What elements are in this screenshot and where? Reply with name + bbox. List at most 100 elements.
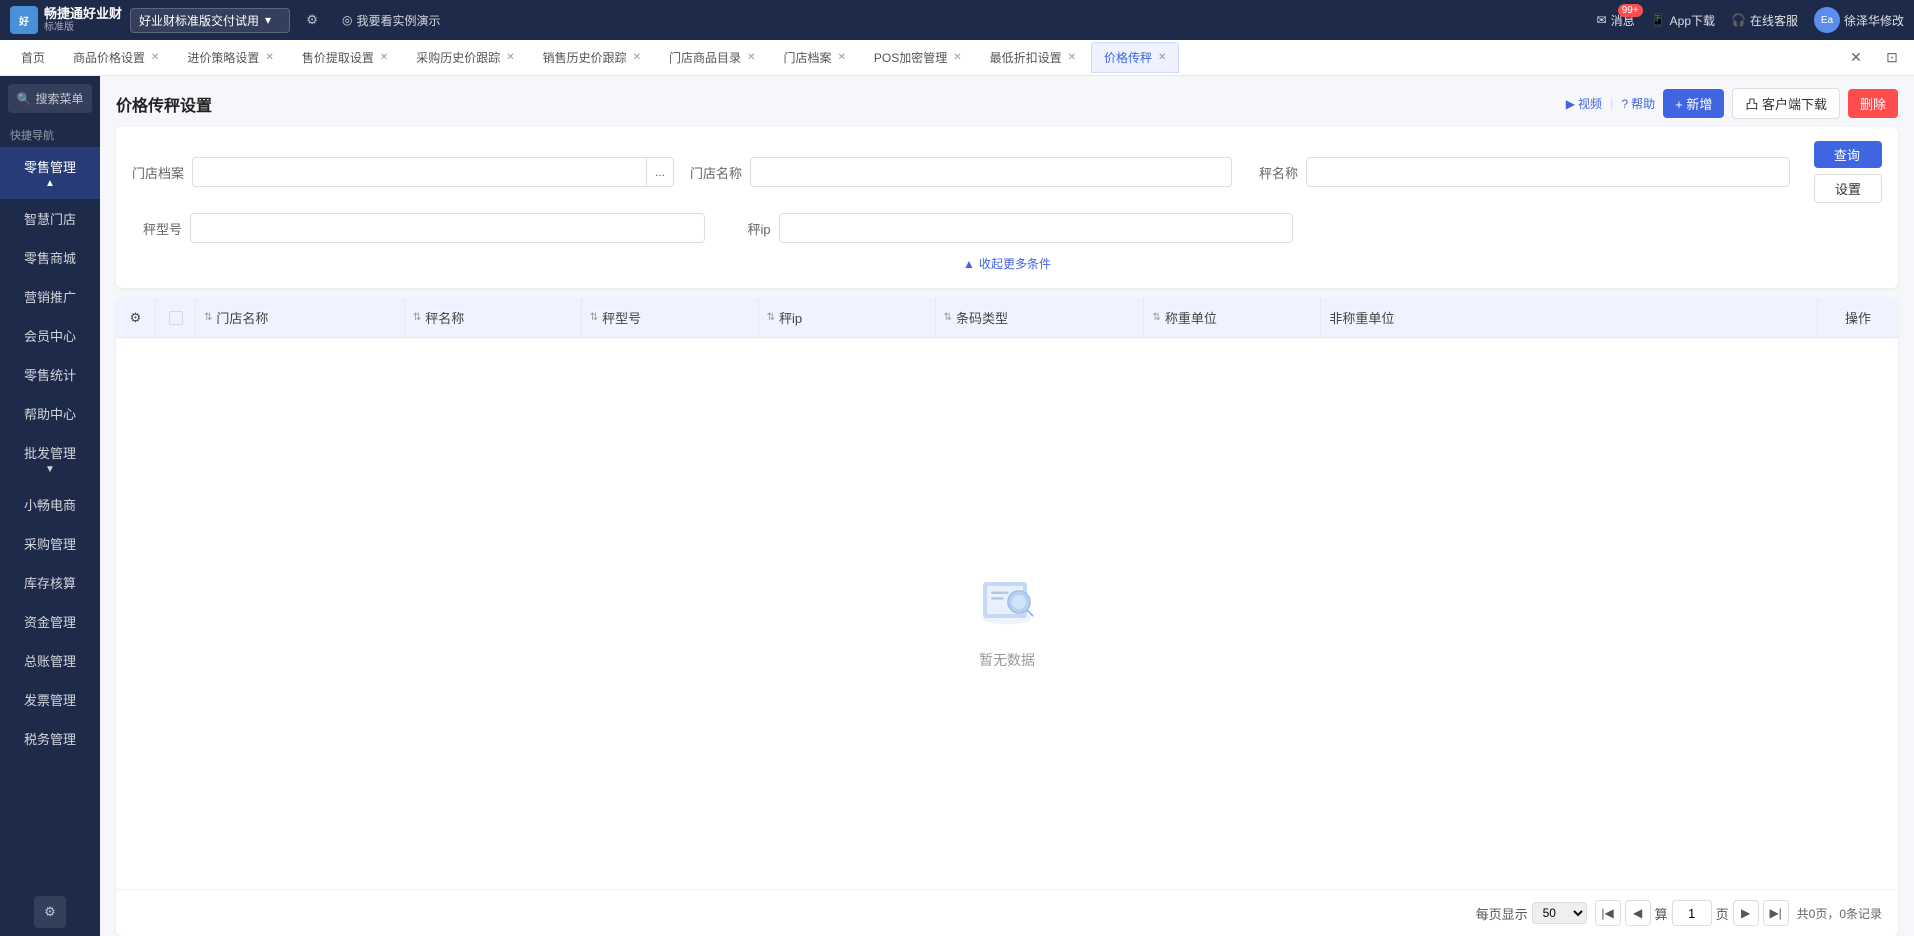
prev-page-btn[interactable]: ◀ bbox=[1625, 900, 1651, 926]
app-download-label: App下载 bbox=[1670, 12, 1715, 29]
close-icon[interactable]: ✕ bbox=[151, 53, 159, 63]
tab-home-label: 首页 bbox=[21, 49, 45, 66]
store-archive-more-btn[interactable]: ... bbox=[646, 157, 674, 187]
close-icon[interactable]: ✕ bbox=[1158, 53, 1166, 63]
table-header: ⚙ ⇅ 门店名称 ⇅ 秤名称 ⇅ 秤型号 ⇅ 秤ip bbox=[116, 298, 1898, 338]
collapse-btn[interactable]: ▲ 收起更多条件 bbox=[955, 253, 1059, 274]
close-icon[interactable]: ✕ bbox=[953, 53, 961, 63]
tab-home[interactable]: 首页 bbox=[8, 42, 58, 73]
sidebar-item-retail[interactable]: 零售管理 ▲ bbox=[0, 147, 100, 199]
tab-close-btn[interactable]: ✕ bbox=[1842, 44, 1870, 72]
sidebar-item-tax[interactable]: 税务管理 bbox=[0, 719, 100, 758]
store-archive-input[interactable] bbox=[192, 157, 646, 187]
query-button[interactable]: 查询 bbox=[1814, 141, 1882, 168]
content-area: 价格传秤设置 ▶ 视频 | ? 帮助 + 新增 凸 客户端下载 删除 bbox=[100, 76, 1914, 936]
finance-label: 资金管理 bbox=[24, 612, 76, 631]
close-icon[interactable]: ✕ bbox=[633, 53, 641, 63]
th-settings[interactable]: ⚙ bbox=[116, 298, 156, 337]
page-number-input[interactable] bbox=[1672, 900, 1712, 926]
sidebar-item-purchase[interactable]: 采购管理 bbox=[0, 524, 100, 563]
tab-purchase-history[interactable]: 采购历史价跟踪 ✕ bbox=[403, 42, 527, 73]
th-checkbox[interactable] bbox=[156, 298, 196, 337]
close-icon[interactable]: ✕ bbox=[380, 53, 388, 63]
sort-icon: ⇅ bbox=[944, 312, 952, 323]
collapse-row: ▲ 收起更多条件 bbox=[132, 253, 1882, 274]
sidebar-item-inventory[interactable]: 库存核算 bbox=[0, 563, 100, 602]
settings-icon-btn[interactable]: ⚙ bbox=[298, 6, 326, 34]
quick-nav-label: 快捷导航 bbox=[0, 121, 100, 147]
message-icon: ✉ bbox=[1597, 13, 1607, 27]
app-download-btn[interactable]: 📱 App下载 bbox=[1651, 12, 1715, 29]
close-icon[interactable]: ✕ bbox=[506, 53, 514, 63]
query-label: 查询 bbox=[1834, 145, 1860, 164]
ecommerce-label: 小畅电商 bbox=[24, 495, 76, 514]
version-select[interactable]: 好业财标准版交付试用 ▾ bbox=[130, 8, 290, 33]
help-link[interactable]: ? 帮助 bbox=[1621, 95, 1655, 112]
search-icon: 🔍 bbox=[17, 92, 32, 106]
tab-min-discount[interactable]: 最低折扣设置 ✕ bbox=[977, 42, 1089, 73]
tab-sale-extract[interactable]: 售价提取设置 ✕ bbox=[289, 42, 401, 73]
tab-purchase-strategy[interactable]: 进价策略设置 ✕ bbox=[174, 42, 286, 73]
sidebar-item-smart-store[interactable]: 智慧门店 bbox=[0, 199, 100, 238]
help-label: 帮助 bbox=[1631, 95, 1655, 112]
online-service-btn[interactable]: 🎧 在线客服 bbox=[1731, 12, 1798, 29]
tab-store-archive[interactable]: 门店档案 ✕ bbox=[770, 42, 858, 73]
first-page-btn[interactable]: |◀ bbox=[1595, 900, 1621, 926]
tab-bar: 首页 商品价格设置 ✕ 进价策略设置 ✕ 售价提取设置 ✕ 采购历史价跟踪 ✕ … bbox=[0, 40, 1914, 76]
next-page-btn[interactable]: ▶ bbox=[1733, 900, 1759, 926]
scale-ip-input[interactable] bbox=[779, 213, 1294, 243]
settings-button[interactable]: 设置 bbox=[1814, 174, 1882, 203]
download-btn[interactable]: 凸 客户端下载 bbox=[1732, 88, 1840, 119]
tab-price-scale-label: 价格传秤 bbox=[1104, 49, 1152, 66]
sidebar-item-ecommerce[interactable]: 小畅电商 bbox=[0, 485, 100, 524]
delete-button[interactable]: 删除 bbox=[1848, 89, 1898, 118]
last-page-btn[interactable]: ▶| bbox=[1763, 900, 1789, 926]
user-area[interactable]: Ea 徐泽华修改 bbox=[1814, 7, 1904, 33]
sidebar-item-general-ledger[interactable]: 总账管理 bbox=[0, 641, 100, 680]
demo-btn[interactable]: ◎ 我要看实例演示 bbox=[334, 8, 449, 33]
select-all-checkbox[interactable] bbox=[169, 311, 183, 325]
sidebar-item-help[interactable]: 帮助中心 bbox=[0, 394, 100, 433]
sidebar-item-member[interactable]: 会员中心 bbox=[0, 316, 100, 355]
tab-maximize-btn[interactable]: ⊡ bbox=[1878, 44, 1906, 72]
sidebar-bottom: ⚙ bbox=[0, 888, 100, 936]
help-label: 帮助中心 bbox=[24, 404, 76, 423]
scale-name-label: 秤名称 bbox=[1248, 163, 1298, 182]
per-page-dropdown[interactable]: 50 10 20 100 bbox=[1532, 902, 1587, 924]
empty-text: 暂无数据 bbox=[979, 650, 1035, 670]
page-title: 价格传秤设置 bbox=[116, 92, 212, 116]
store-name-label: 门店名称 bbox=[690, 163, 742, 182]
sidebar-item-wholesale[interactable]: 批发管理 ▼ bbox=[0, 433, 100, 485]
scale-name-input[interactable] bbox=[1306, 157, 1790, 187]
sidebar-item-invoice[interactable]: 发票管理 bbox=[0, 680, 100, 719]
chevron-up-icon: ▲ bbox=[963, 257, 975, 271]
tab-sales-history[interactable]: 销售历史价跟踪 ✕ bbox=[530, 42, 654, 73]
store-name-input[interactable] bbox=[750, 157, 1232, 187]
sort-icon: ⇅ bbox=[767, 312, 775, 323]
search-menu-btn[interactable]: 🔍 搜索菜单 bbox=[8, 84, 92, 113]
close-icon[interactable]: ✕ bbox=[1068, 53, 1076, 63]
th-store-name: ⇅ 门店名称 bbox=[196, 298, 405, 337]
tab-goods-price-label: 商品价格设置 bbox=[73, 49, 145, 66]
tab-goods-price[interactable]: 商品价格设置 ✕ bbox=[60, 42, 172, 73]
sidebar-settings-btn[interactable]: ⚙ bbox=[34, 896, 66, 928]
tab-pos[interactable]: POS加密管理 ✕ bbox=[861, 42, 975, 73]
top-right: ✉ 消息 99+ 📱 App下载 🎧 在线客服 Ea 徐泽华修改 bbox=[1597, 7, 1904, 33]
tab-store-catalog[interactable]: 门店商品目录 ✕ bbox=[656, 42, 768, 73]
scale-model-input[interactable] bbox=[190, 213, 705, 243]
close-icon[interactable]: ✕ bbox=[837, 53, 845, 63]
add-button[interactable]: + 新增 bbox=[1663, 89, 1724, 118]
tab-sale-extract-label: 售价提取设置 bbox=[302, 49, 374, 66]
sidebar-item-finance[interactable]: 资金管理 bbox=[0, 602, 100, 641]
close-icon[interactable]: ✕ bbox=[747, 53, 755, 63]
sidebar-item-retail-stats[interactable]: 零售统计 bbox=[0, 355, 100, 394]
tab-price-scale[interactable]: 价格传秤 ✕ bbox=[1091, 42, 1179, 73]
sidebar-item-retail-mall[interactable]: 零售商城 bbox=[0, 238, 100, 277]
close-icon[interactable]: ✕ bbox=[265, 53, 273, 63]
message-btn[interactable]: ✉ 消息 99+ bbox=[1597, 12, 1635, 29]
video-link[interactable]: ▶ 视频 bbox=[1566, 95, 1602, 112]
retail-stats-label: 零售统计 bbox=[24, 365, 76, 384]
tab-min-discount-label: 最低折扣设置 bbox=[990, 49, 1062, 66]
chevron-down-icon: ▼ bbox=[45, 464, 55, 475]
sidebar-item-marketing[interactable]: 营销推广 bbox=[0, 277, 100, 316]
